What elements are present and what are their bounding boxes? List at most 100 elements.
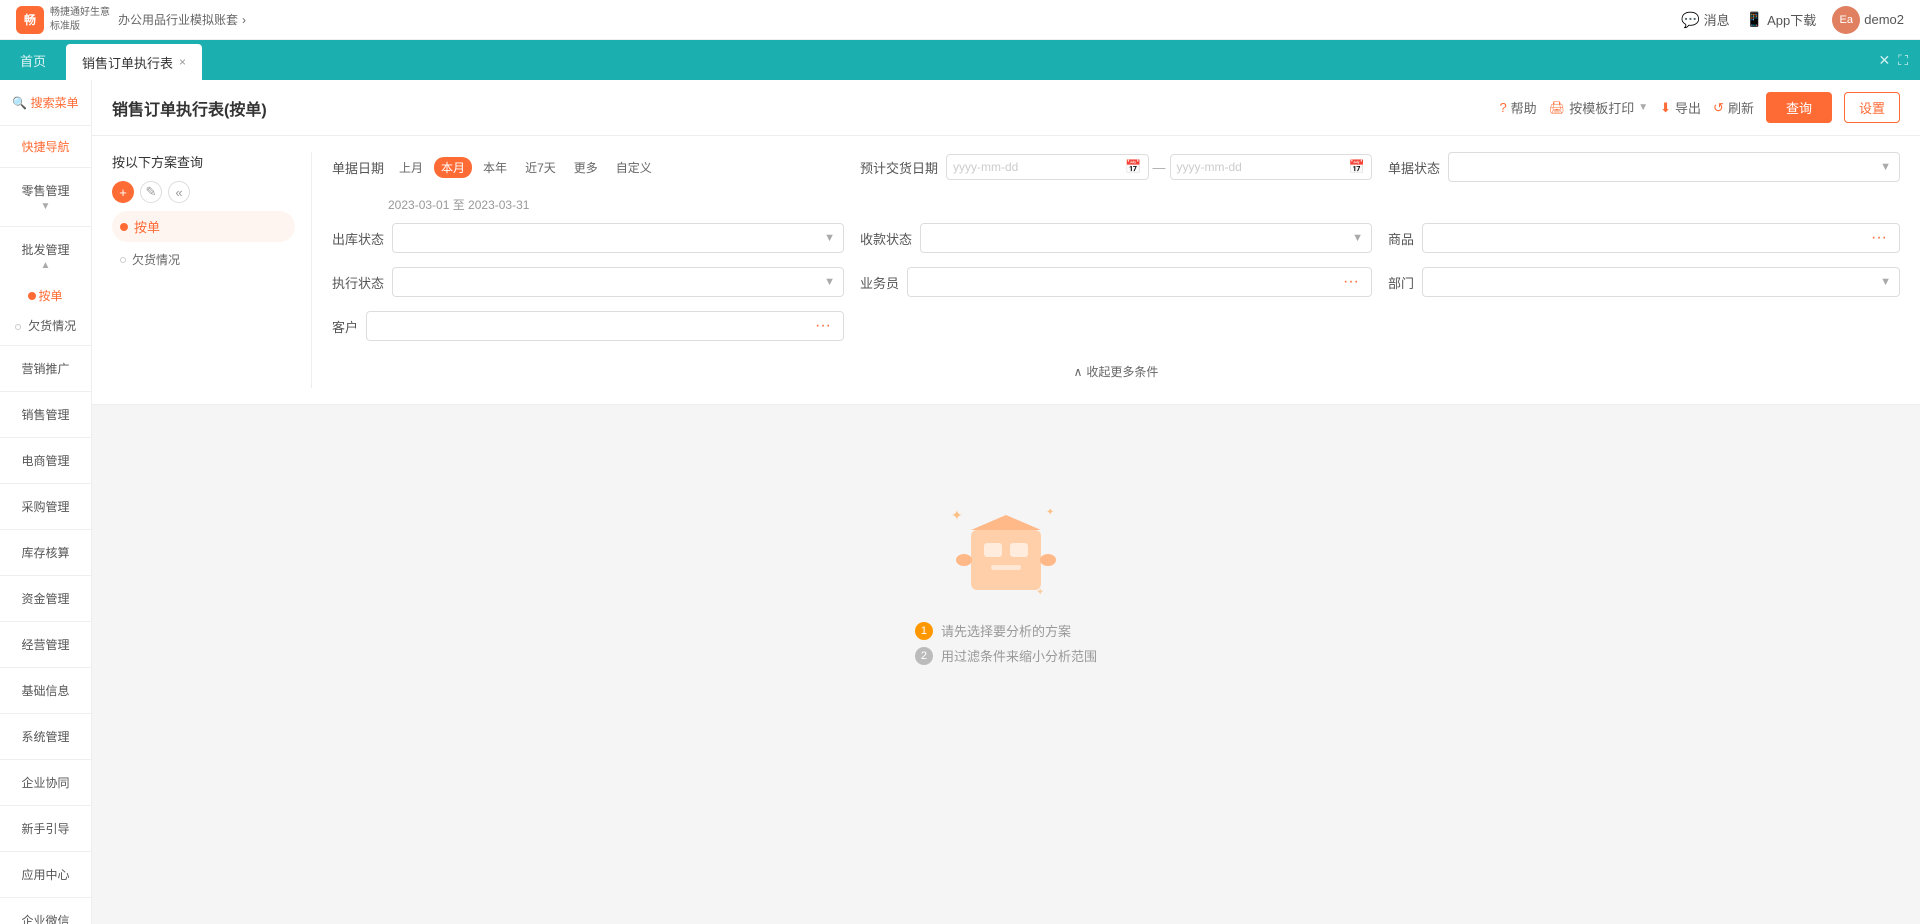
logo-area: 畅 畅捷通好生意 标准版 xyxy=(16,6,110,34)
sidebar-item-debt[interactable]: 欠货情况 xyxy=(0,310,91,341)
field-goods: 商品 ··· xyxy=(1388,223,1900,253)
zero-sales-label: 零售管理 xyxy=(21,182,69,199)
tab-expand-icon[interactable]: ⛶ xyxy=(1898,52,1908,69)
export-btn[interactable]: ⬇ 导出 xyxy=(1660,98,1701,117)
sidebar-item-sales-mgmt[interactable]: 销售管理 xyxy=(0,396,91,433)
breadcrumb-arrow-icon: › xyxy=(242,13,246,27)
dept-select[interactable]: ▼ xyxy=(1422,267,1900,297)
sidebar-item-app-center[interactable]: 应用中心 xyxy=(0,856,91,893)
field-customer: 客户 ··· xyxy=(332,311,844,341)
query-button[interactable]: 查询 xyxy=(1766,92,1832,123)
date-btn-7days[interactable]: 近7天 xyxy=(518,157,563,178)
goods-ellipsis-icon[interactable]: ··· xyxy=(1867,229,1891,247)
goods-input-field[interactable] xyxy=(1431,231,1863,246)
quick-nav-label[interactable]: 快捷导航 xyxy=(0,132,91,161)
filter-scheme-label: 按以下方案查询 xyxy=(112,152,203,171)
sidebar-item-purchase[interactable]: 采购管理 xyxy=(0,488,91,525)
sidebar-quick-nav: 快捷导航 xyxy=(0,126,91,168)
date-btn-this-year[interactable]: 本年 xyxy=(476,157,514,178)
marketing-label: 营销推广 xyxy=(21,360,69,377)
refresh-btn[interactable]: ↺ 刷新 xyxy=(1713,98,1754,117)
date-btn-this-month[interactable]: 本月 xyxy=(434,157,472,178)
debt-dot-icon xyxy=(15,324,21,330)
doc-status-select[interactable]: ▼ xyxy=(1448,152,1900,182)
logo-icon: 畅 xyxy=(16,6,44,34)
sidebar-item-marketing[interactable]: 营销推广 xyxy=(0,350,91,387)
sidebar-section-enterprise: 企业协同 xyxy=(0,760,91,806)
tab-close-icon[interactable]: × xyxy=(179,55,186,69)
tab-home[interactable]: 首页 xyxy=(0,40,66,80)
svg-text:✦: ✦ xyxy=(1046,507,1054,518)
sidebar-item-guide[interactable]: 新手引导 xyxy=(0,810,91,847)
user-area[interactable]: Ea demo2 xyxy=(1832,6,1904,34)
breadcrumb: 办公用品行业模拟账套 › xyxy=(118,11,246,28)
sidebar-section-weixin: 企业微信 xyxy=(0,898,91,924)
weixin-label: 企业微信 xyxy=(21,912,69,924)
sidebar-item-enterprise[interactable]: 企业协同 xyxy=(0,764,91,801)
scheme-order-item[interactable]: 按单 xyxy=(112,211,295,242)
svg-text:✦: ✦ xyxy=(951,507,963,523)
goods-input[interactable]: ··· xyxy=(1422,223,1900,253)
date-btn-custom[interactable]: 自定义 xyxy=(609,157,659,178)
empty-steps: 1 请先选择要分析的方案 2 用过滤条件来缩小分析范围 xyxy=(915,621,1097,665)
settings-button[interactable]: 设置 xyxy=(1844,92,1900,123)
date-btn-last-month[interactable]: 上月 xyxy=(392,157,430,178)
customer-ellipsis-icon[interactable]: ··· xyxy=(811,317,835,335)
sidebar-item-zero-sales[interactable]: 零售管理 ▼ xyxy=(0,172,91,222)
purchase-label: 采购管理 xyxy=(21,498,69,515)
expected-date-end[interactable]: yyyy-mm-dd 📅 xyxy=(1170,154,1373,180)
empty-step-2: 2 用过滤条件来缩小分析范围 xyxy=(915,646,1097,665)
sidebar-item-batch-mgmt[interactable]: 批发管理 ▲ xyxy=(0,231,91,281)
add-scheme-btn[interactable]: + xyxy=(112,181,134,203)
salesperson-ellipsis-icon[interactable]: ··· xyxy=(1339,273,1363,291)
collection-select[interactable]: ▼ xyxy=(920,223,1372,253)
sidebar-item-ecommerce[interactable]: 电商管理 xyxy=(0,442,91,479)
sidebar-item-inventory[interactable]: 库存核算 xyxy=(0,534,91,571)
app-download-btn[interactable]: 📱 App下载 xyxy=(1746,10,1817,29)
scheme-debt-item[interactable]: 欠货情况 xyxy=(112,246,295,273)
salesperson-input-field[interactable] xyxy=(916,275,1335,290)
outbound-select[interactable]: ▼ xyxy=(392,223,844,253)
sidebar-item-operations[interactable]: 经营管理 xyxy=(0,626,91,663)
sidebar-sub-order[interactable]: 按单 xyxy=(0,281,91,310)
salesperson-input[interactable]: ··· xyxy=(907,267,1372,297)
filter-fields: 单据日期 上月 本月 本年 近7天 更多 自定义 xyxy=(312,152,1900,388)
sidebar-section-basic: 基础信息 xyxy=(0,668,91,714)
help-btn[interactable]: ? 帮助 xyxy=(1499,98,1536,117)
refresh-label: 刷新 xyxy=(1728,98,1754,117)
search-menu-label: 搜索菜单 xyxy=(31,96,79,110)
message-btn[interactable]: 💬 消息 xyxy=(1681,10,1730,29)
sidebar-item-weixin[interactable]: 企业微信 xyxy=(0,902,91,924)
app-center-label: 应用中心 xyxy=(21,866,69,883)
sidebar-section-operations: 经营管理 xyxy=(0,622,91,668)
edit-scheme-btn[interactable]: ✎ xyxy=(140,181,162,203)
exec-status-select[interactable]: ▼ xyxy=(392,267,844,297)
date-range-text: 2023-03-01 至 2023-03-31 xyxy=(388,196,1900,213)
guide-label: 新手引导 xyxy=(21,820,69,837)
field-doc-status: 单据状态 ▼ xyxy=(1388,152,1900,182)
tab-close-window-icon[interactable]: ✕ xyxy=(1878,52,1890,69)
customer-input[interactable]: ··· xyxy=(366,311,844,341)
calendar-end-icon: 📅 xyxy=(1349,159,1365,175)
tab-bar: 首页 销售订单执行表 × ✕ ⛶ xyxy=(0,40,1920,80)
print-label: 按模板打印 xyxy=(1569,98,1634,117)
print-btn[interactable]: 🖨 按模板打印 ▼ xyxy=(1549,98,1648,117)
collection-chevron-icon: ▼ xyxy=(1352,232,1363,244)
customer-input-field[interactable] xyxy=(375,319,807,334)
step-num-1: 1 xyxy=(915,622,933,640)
expected-date-label: 预计交货日期 xyxy=(860,158,938,177)
collapse-btn[interactable]: ∧ 收起更多条件 xyxy=(332,355,1900,388)
sidebar-item-system[interactable]: 系统管理 xyxy=(0,718,91,755)
dept-label: 部门 xyxy=(1388,273,1414,292)
app-download-icon: 📱 xyxy=(1746,11,1763,28)
date-btn-more[interactable]: 更多 xyxy=(567,157,605,178)
expected-date-start[interactable]: yyyy-mm-dd 📅 xyxy=(946,154,1149,180)
sidebar-item-finance[interactable]: 资金管理 xyxy=(0,580,91,617)
user-name: demo2 xyxy=(1864,12,1904,27)
search-menu-btn[interactable]: 🔍 搜索菜单 xyxy=(8,90,83,115)
collapse-scheme-btn[interactable]: « xyxy=(168,181,190,203)
sidebar: 🔍 搜索菜单 快捷导航 零售管理 ▼ 批发管理 ▲ 按单 欠货情况 xyxy=(0,80,92,924)
operations-label: 经营管理 xyxy=(21,636,69,653)
sidebar-item-basic-info[interactable]: 基础信息 xyxy=(0,672,91,709)
tab-active[interactable]: 销售订单执行表 × xyxy=(66,44,202,80)
